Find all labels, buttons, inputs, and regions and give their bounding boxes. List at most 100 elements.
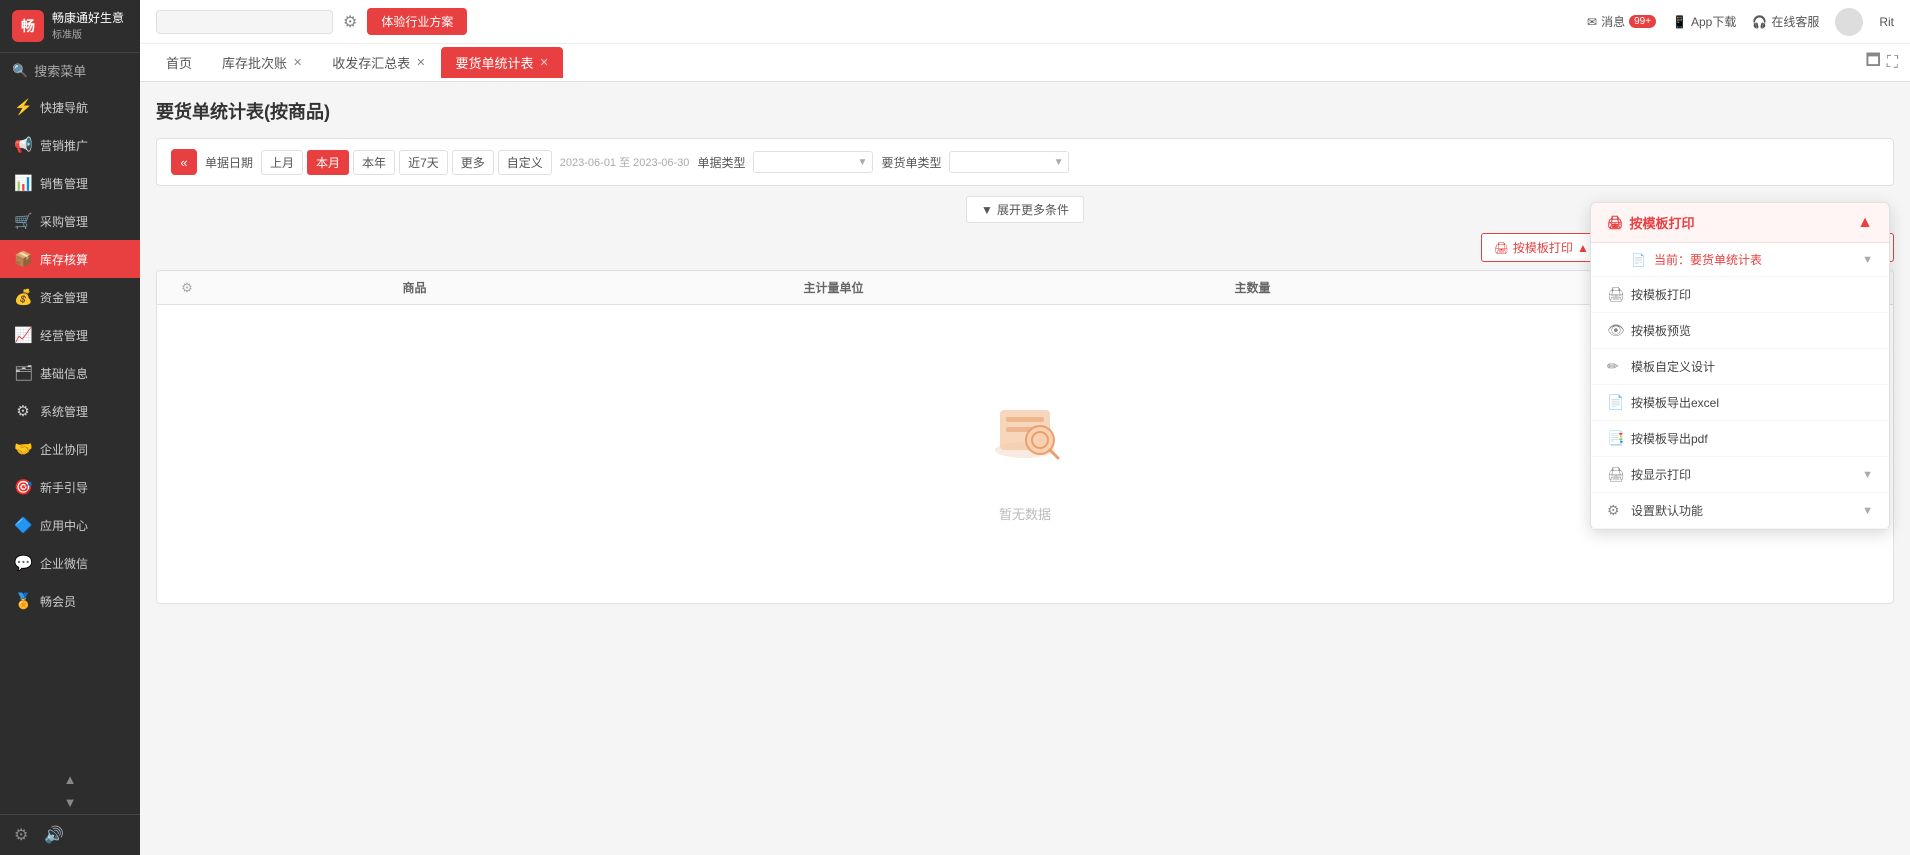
- app-icon: 🔷: [14, 516, 32, 534]
- date-btn-last-month[interactable]: 上月: [261, 150, 303, 175]
- print-arrow-icon: ▲: [1577, 241, 1589, 255]
- sidebar-item-label: 经营管理: [40, 327, 88, 344]
- date-btn-7days[interactable]: 近7天: [399, 150, 448, 175]
- template-excel-icon: 📄: [1607, 394, 1623, 411]
- tab-order-stat-label: 要货单统计表: [455, 53, 533, 72]
- sidebar-item-label: 企业微信: [40, 555, 88, 572]
- dropdown-print-icon: 🖨: [1607, 215, 1624, 231]
- dropdown-close-btn[interactable]: ▲: [1857, 214, 1873, 232]
- filter-expand-button[interactable]: «: [171, 149, 197, 175]
- col-unit: 主计量单位: [624, 279, 1043, 296]
- main-area: ⚙ 体验行业方案 ✉ 消息 99+ 📱 App下载 🎧 在线客服 Rit 首页: [140, 0, 1910, 855]
- print-dropdown-popup: 🖨 按模板打印 ▲ 📄 当前：要货单统计表 ▼ 🖨 按模板打印: [1590, 202, 1890, 530]
- sidebar-item-guide[interactable]: 🎯 新手引导: [0, 468, 140, 506]
- sidebar-item-label: 销售管理: [40, 175, 88, 192]
- col-qty: 主数量: [1043, 279, 1462, 296]
- empty-icon: [980, 385, 1070, 494]
- page-content: 要货单统计表(按商品) « 单据日期 上月 本月 本年 近7天 更多 自定义 2…: [140, 82, 1910, 855]
- sidebar-item-operation[interactable]: 📈 经营管理: [0, 316, 140, 354]
- dropdown-current-item[interactable]: 📄 当前：要货单统计表 ▼: [1591, 243, 1889, 277]
- message-btn[interactable]: ✉ 消息 99+: [1587, 13, 1656, 30]
- dropdown-item-display-print[interactable]: 🖨 按显示打印 ▼: [1591, 457, 1889, 493]
- sidebar-item-finance[interactable]: 💰 资金管理: [0, 278, 140, 316]
- sidebar-item-system[interactable]: ⚙ 系统管理: [0, 392, 140, 430]
- dropdown-item-template-print[interactable]: 🖨 按模板打印: [1591, 277, 1889, 313]
- table-settings-icon[interactable]: ⚙: [169, 280, 205, 296]
- sidebar-item-label: 快捷导航: [40, 99, 88, 116]
- tab-home[interactable]: 首页: [152, 47, 206, 78]
- sidebar-footer: ⚙ 🔊: [0, 814, 140, 855]
- tab-batch-close[interactable]: ✕: [293, 56, 302, 69]
- app-download-label: App下载: [1691, 13, 1736, 30]
- dropdown-item-left: 👁 按模板预览: [1607, 322, 1691, 339]
- app-download-btn[interactable]: 📱 App下载: [1672, 13, 1736, 30]
- operation-icon: 📈: [14, 326, 32, 344]
- sidebar-search[interactable]: 🔍 搜索菜单: [0, 53, 140, 88]
- template-pdf-label: 按模板导出pdf: [1631, 430, 1708, 447]
- order-type-select-wrapper: ▼: [949, 151, 1069, 173]
- sidebar-item-marketing[interactable]: 📢 营销推广: [0, 126, 140, 164]
- topbar-search-input[interactable]: [156, 10, 333, 34]
- corp-icon: 🤝: [14, 440, 32, 458]
- tab-receipts-close[interactable]: ✕: [416, 56, 425, 69]
- tabs-bar: 首页 库存批次账 ✕ 收发存汇总表 ✕ 要货单统计表 ✕ 🗖 ⛶: [140, 44, 1910, 82]
- sidebar-item-shortcut[interactable]: ⚡ 快捷导航: [0, 88, 140, 126]
- service-icon: 🎧: [1752, 15, 1767, 29]
- sidebar-item-basic[interactable]: 🗂 基础信息: [0, 354, 140, 392]
- footer-speaker-icon[interactable]: 🔊: [44, 825, 64, 845]
- sidebar-item-corp[interactable]: 🤝 企业协同: [0, 430, 140, 468]
- tab-order-stat[interactable]: 要货单统计表 ✕: [441, 47, 562, 78]
- sidebar-logo: 畅 畅康通好生意 标准版: [0, 0, 140, 53]
- sidebar-item-member[interactable]: 🏅 畅会员: [0, 582, 140, 620]
- template-design-icon: ✏: [1607, 358, 1623, 375]
- bill-type-select[interactable]: [753, 151, 873, 173]
- bill-type-select-wrapper: ▼: [753, 151, 873, 173]
- maximize-icon[interactable]: ⛶: [1887, 54, 1898, 72]
- dropdown-current-icon: 📄: [1631, 253, 1646, 267]
- tab-receipts-label: 收发存汇总表: [332, 53, 410, 72]
- date-btn-this-month[interactable]: 本月: [307, 150, 349, 175]
- dropdown-item-template-excel[interactable]: 📄 按模板导出excel: [1591, 385, 1889, 421]
- minimize-icon[interactable]: 🗖: [1866, 49, 1881, 76]
- sidebar-scroll-down[interactable]: ▼: [0, 791, 140, 814]
- dropdown-current-arrow: ▼: [1862, 254, 1873, 266]
- tab-batch-label: 库存批次账: [222, 53, 287, 72]
- tab-receipts[interactable]: 收发存汇总表 ✕: [318, 47, 439, 78]
- dropdown-item-template-preview[interactable]: 👁 按模板预览: [1591, 313, 1889, 349]
- default-func-arrow: ▼: [1862, 505, 1873, 517]
- dropdown-item-default-func[interactable]: ⚙ 设置默认功能 ▼: [1591, 493, 1889, 529]
- sidebar-scroll-up[interactable]: ▲: [0, 768, 140, 791]
- sidebar-item-label: 采购管理: [40, 213, 88, 230]
- template-print-icon: 🖨: [1607, 286, 1623, 303]
- default-func-icon: ⚙: [1607, 502, 1623, 519]
- dropdown-item-template-design[interactable]: ✏ 模板自定义设计: [1591, 349, 1889, 385]
- order-type-select[interactable]: [949, 151, 1069, 173]
- sidebar-item-purchase[interactable]: 🛒 采购管理: [0, 202, 140, 240]
- sales-icon: 📊: [14, 174, 32, 192]
- purchase-icon: 🛒: [14, 212, 32, 230]
- industry-btn[interactable]: 体验行业方案: [367, 8, 467, 35]
- online-service-btn[interactable]: 🎧 在线客服: [1752, 13, 1819, 30]
- tab-batch[interactable]: 库存批次账 ✕: [208, 47, 316, 78]
- sidebar-nav: ⚡ 快捷导航 📢 营销推广 📊 销售管理 🛒 采购管理 📦 库存核算 💰 资金管…: [0, 88, 140, 768]
- dropdown-header: 🖨 按模板打印 ▲: [1591, 203, 1889, 243]
- tab-home-label: 首页: [166, 53, 192, 72]
- topbar-gear-icon[interactable]: ⚙: [343, 12, 357, 32]
- service-label: 在线客服: [1771, 13, 1819, 30]
- user-avatar[interactable]: [1835, 8, 1863, 36]
- date-btn-more[interactable]: 更多: [452, 150, 494, 175]
- sidebar-item-app[interactable]: 🔷 应用中心: [0, 506, 140, 544]
- dropdown-item-template-pdf[interactable]: 📑 按模板导出pdf: [1591, 421, 1889, 457]
- expand-more-button[interactable]: ▼ 展开更多条件: [966, 196, 1084, 223]
- sidebar-item-wechat[interactable]: 💬 企业微信: [0, 544, 140, 582]
- logo-icon: 畅: [12, 10, 44, 42]
- sidebar-item-sales[interactable]: 📊 销售管理: [0, 164, 140, 202]
- date-btn-this-year[interactable]: 本年: [353, 150, 395, 175]
- footer-settings-icon[interactable]: ⚙: [14, 825, 28, 845]
- print-btn[interactable]: 🖨 按模板打印 ▲: [1481, 233, 1602, 262]
- sidebar-item-inventory[interactable]: 📦 库存核算: [0, 240, 140, 278]
- tab-order-stat-close[interactable]: ✕: [540, 56, 549, 69]
- date-btn-custom[interactable]: 自定义: [498, 150, 552, 175]
- search-icon: 🔍: [12, 63, 28, 79]
- shortcut-icon: ⚡: [14, 98, 32, 116]
